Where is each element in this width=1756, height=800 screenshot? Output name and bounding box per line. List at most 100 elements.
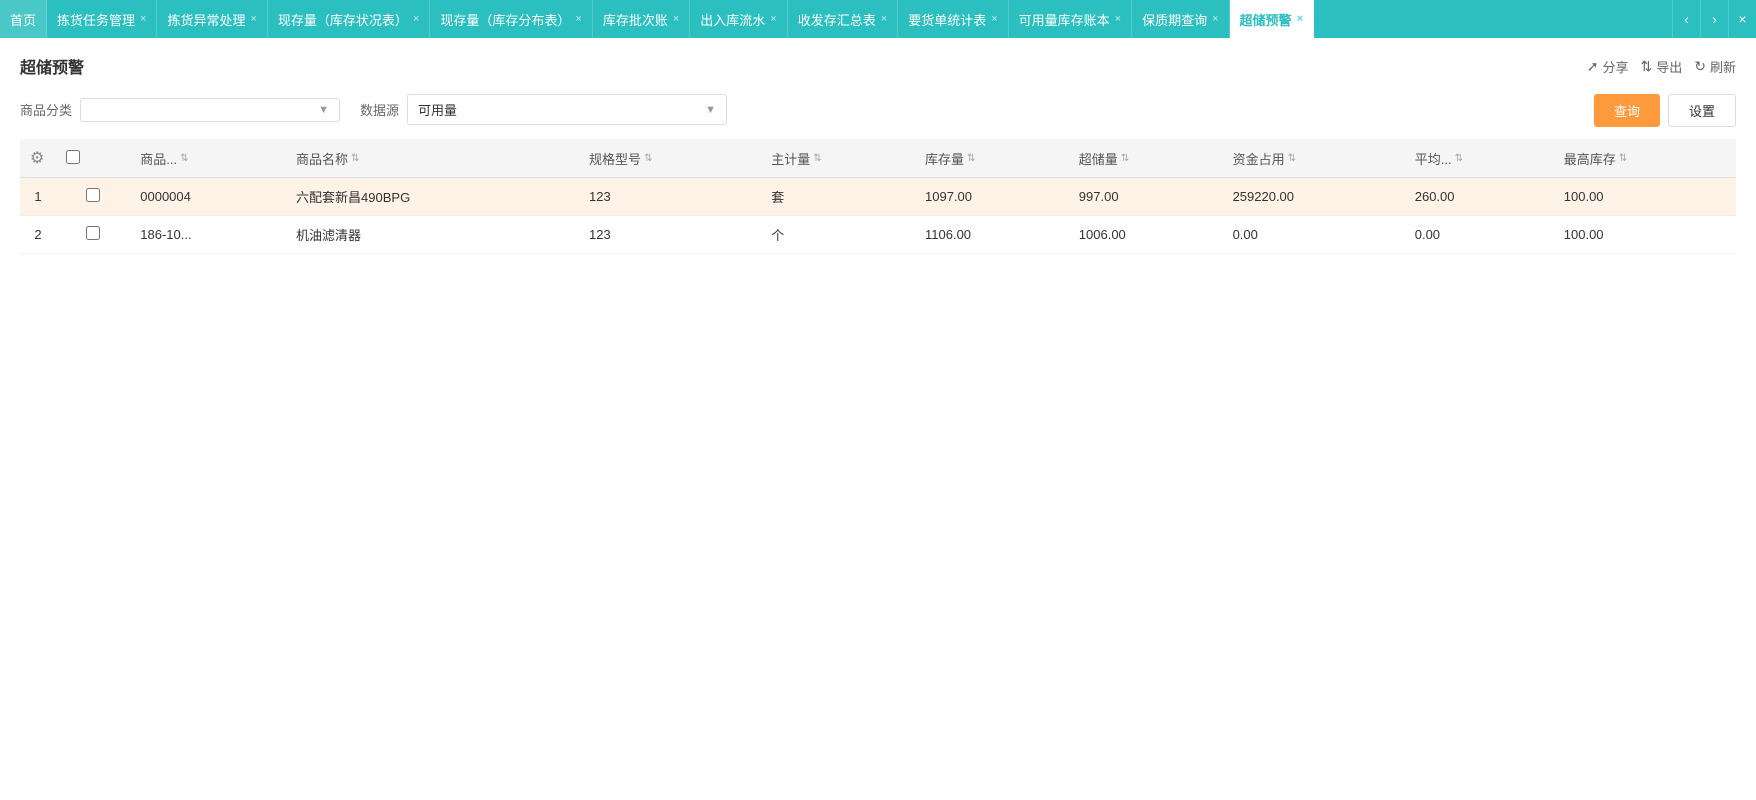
sort-spec[interactable]: 规格型号 ⇅ <box>589 149 652 168</box>
col-spec: 规格型号 ⇅ <box>579 139 761 178</box>
row-capital-0: 259220.00 <box>1223 178 1405 216</box>
sort-icon-2: ⇅ <box>351 153 359 164</box>
nav-tab-7[interactable]: 要货单统计表 × <box>898 0 1008 38</box>
close-icon[interactable]: × <box>1297 13 1303 25</box>
col-stock-label: 库存量 <box>925 149 964 168</box>
row-product-name-0: 六配套新昌490BPG <box>286 178 579 216</box>
nav-tab-label: 收发存汇总表 <box>798 10 876 29</box>
row-stock-0: 1097.00 <box>915 178 1069 216</box>
close-icon[interactable]: × <box>1212 13 1218 25</box>
data-table: ⚙ 商品... ⇅ 商品名称 ⇅ <box>20 139 1736 254</box>
query-button[interactable]: 查询 <box>1594 94 1660 127</box>
nav-tab-label: 要货单统计表 <box>908 10 986 29</box>
col-maxstock: 最高库存 ⇅ <box>1554 139 1736 178</box>
datasource-select[interactable]: 可用量 ▼ <box>407 94 727 125</box>
header-actions: ➚ 分享 ⇅ 导出 ↻ 刷新 <box>1587 57 1736 76</box>
close-icon[interactable]: × <box>673 13 679 25</box>
row-maxstock-1: 100.00 <box>1554 216 1736 254</box>
settings-button[interactable]: 设置 <box>1668 94 1736 127</box>
sort-icon-7: ⇅ <box>1288 153 1296 164</box>
col-stock: 库存量 ⇅ <box>915 139 1069 178</box>
filter-left: 商品分类 ▼ 数据源 可用量 ▼ <box>20 94 727 125</box>
refresh-icon: ↻ <box>1694 58 1706 75</box>
share-label: 分享 <box>1602 57 1628 76</box>
nav-tab-10[interactable]: 超储预警 × <box>1230 0 1314 38</box>
nav-tab-label: 拣货任务管理 <box>57 10 135 29</box>
sort-product-name[interactable]: 商品名称 ⇅ <box>296 149 359 168</box>
close-icon[interactable]: × <box>991 13 997 25</box>
nav-close-arrow[interactable]: × <box>1728 0 1756 38</box>
close-icon[interactable]: × <box>770 13 776 25</box>
row-product-code-1: 186-10... <box>130 216 286 254</box>
category-select[interactable]: ▼ <box>80 98 340 122</box>
select-all-checkbox[interactable] <box>66 150 80 164</box>
nav-tab-5[interactable]: 出入库流水 × <box>690 0 787 38</box>
close-icon[interactable]: × <box>575 13 581 25</box>
refresh-button[interactable]: ↻ 刷新 <box>1694 57 1736 76</box>
sort-maxstock[interactable]: 最高库存 ⇅ <box>1564 149 1627 168</box>
nav-tab-0[interactable]: 拣货任务管理 × <box>47 0 157 38</box>
nav-tab-4[interactable]: 库存批次账× <box>593 0 690 38</box>
nav-tab-6[interactable]: 收发存汇总表 × <box>788 0 898 38</box>
row-checkbox-0[interactable] <box>86 188 100 202</box>
nav-next-arrow[interactable]: › <box>1700 0 1728 38</box>
nav-home[interactable]: 首页 <box>0 0 47 38</box>
sort-average[interactable]: 平均... ⇅ <box>1415 149 1463 168</box>
sort-stock[interactable]: 库存量 ⇅ <box>925 149 975 168</box>
col-overstock-label: 超储量 <box>1079 149 1118 168</box>
row-unit-0: 套 <box>761 178 915 216</box>
nav-tab-2[interactable]: 现存量（库存状况表） × <box>268 0 430 38</box>
page-header: 超储预警 ➚ 分享 ⇅ 导出 ↻ 刷新 <box>20 54 1736 78</box>
nav-tab-label: 拣货异常处理 <box>167 10 245 29</box>
settings-gear-th: ⚙ <box>20 139 56 178</box>
nav-tab-3[interactable]: 现存量（库存分布表）× <box>430 0 592 38</box>
row-product-name-1: 机油滤清器 <box>286 216 579 254</box>
export-label: 导出 <box>1656 57 1682 76</box>
table-body: 1 0000004 六配套新昌490BPG 123 套 1097.00 997.… <box>20 178 1736 254</box>
sort-icon-8: ⇅ <box>1455 153 1463 164</box>
nav-tab-label: 保质期查询 <box>1142 10 1207 29</box>
table-row: 1 0000004 六配套新昌490BPG 123 套 1097.00 997.… <box>20 178 1736 216</box>
page-content: 超储预警 ➚ 分享 ⇅ 导出 ↻ 刷新 商品分类 ▼ <box>0 38 1756 800</box>
close-icon[interactable]: × <box>140 13 146 25</box>
export-button[interactable]: ⇅ 导出 <box>1641 57 1683 76</box>
nav-tab-label: 超储预警 <box>1240 10 1292 29</box>
sort-icon-5: ⇅ <box>967 153 975 164</box>
col-spec-label: 规格型号 <box>589 149 641 168</box>
row-checkbox-cell-1 <box>56 216 130 254</box>
col-unit-label: 主计量 <box>771 149 810 168</box>
row-index-0: 1 <box>20 178 56 216</box>
sort-capital[interactable]: 资金占用 ⇅ <box>1233 149 1296 168</box>
close-icon[interactable]: × <box>413 13 419 25</box>
export-icon: ⇅ <box>1641 58 1653 75</box>
share-icon: ➚ <box>1587 58 1599 75</box>
gear-icon[interactable]: ⚙ <box>30 150 44 167</box>
close-icon[interactable]: × <box>881 13 887 25</box>
nav-prev-arrow[interactable]: ‹ <box>1672 0 1700 38</box>
col-product-name-label: 商品名称 <box>296 149 348 168</box>
nav-tab-9[interactable]: 保质期查询 × <box>1132 0 1229 38</box>
row-index-1: 2 <box>20 216 56 254</box>
sort-product-code[interactable]: 商品... ⇅ <box>140 149 188 168</box>
nav-tab-label: 现存量（库存状况表） <box>278 10 408 29</box>
row-spec-0: 123 <box>579 178 761 216</box>
table-header-row: ⚙ 商品... ⇅ 商品名称 ⇅ <box>20 139 1736 178</box>
close-icon[interactable]: × <box>250 13 256 25</box>
share-button[interactable]: ➚ 分享 <box>1587 57 1629 76</box>
nav-tab-8[interactable]: 可用量库存账本× <box>1009 0 1132 38</box>
table-row: 2 186-10... 机油滤清器 123 个 1106.00 1006.00 … <box>20 216 1736 254</box>
nav-tab-1[interactable]: 拣货异常处理 × <box>157 0 267 38</box>
category-filter: 商品分类 ▼ <box>20 98 340 122</box>
row-checkbox-1[interactable] <box>86 226 100 240</box>
nav-tab-label: 出入库流水 <box>700 10 765 29</box>
row-checkbox-cell-0 <box>56 178 130 216</box>
sort-overstock[interactable]: 超储量 ⇅ <box>1079 149 1129 168</box>
sort-unit[interactable]: 主计量 ⇅ <box>771 149 821 168</box>
col-overstock: 超储量 ⇅ <box>1069 139 1223 178</box>
checkbox-header <box>56 139 130 178</box>
col-unit: 主计量 ⇅ <box>761 139 915 178</box>
sort-icon-6: ⇅ <box>1121 153 1129 164</box>
filter-right: 查询 设置 <box>1594 94 1736 127</box>
row-capital-1: 0.00 <box>1223 216 1405 254</box>
close-icon[interactable]: × <box>1115 13 1121 25</box>
